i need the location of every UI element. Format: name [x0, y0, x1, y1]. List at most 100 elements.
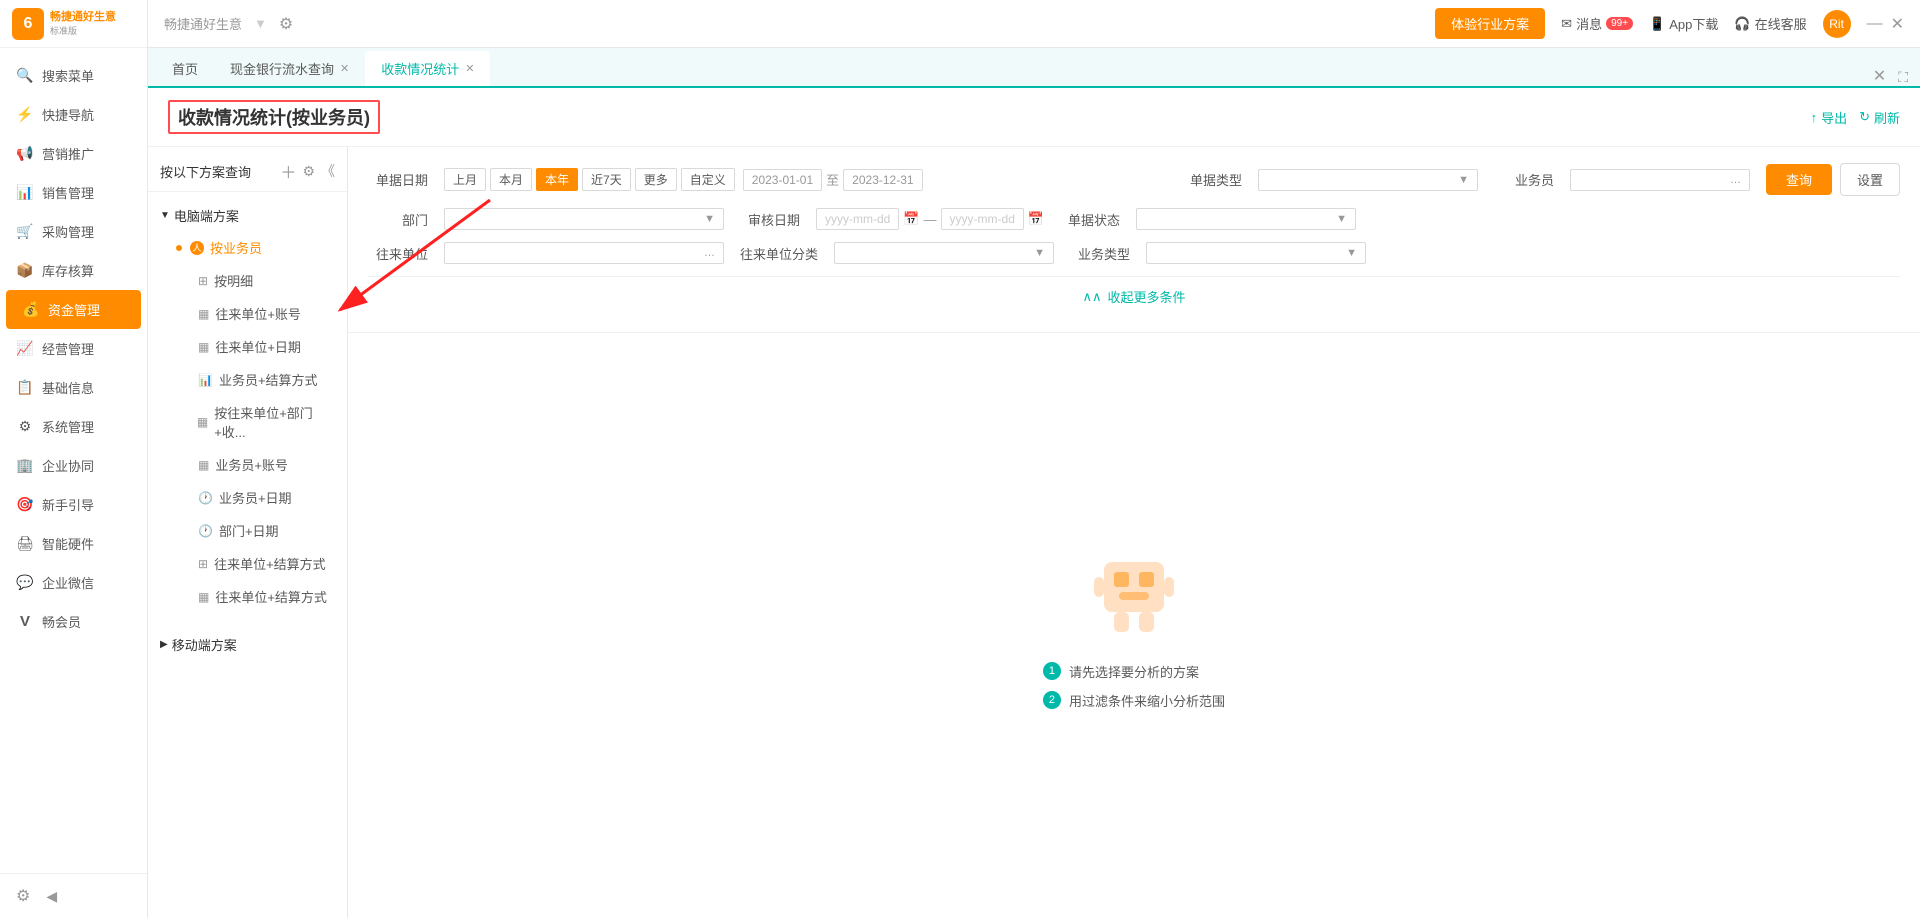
pc-section-header[interactable]: ▼ 电脑端方案 — [148, 200, 347, 231]
doc-status-arrow: ▼ — [1336, 213, 1347, 225]
add-plan-icon[interactable]: ＋ — [280, 159, 296, 183]
tip-text-1: 请先选择要分析的方案 — [1069, 662, 1199, 681]
minimize-icon[interactable]: — — [1867, 15, 1883, 33]
dept-select[interactable]: ▼ — [444, 208, 724, 230]
tab-bank-flow[interactable]: 现金银行流水查询 ✕ — [214, 51, 365, 86]
partner-class-select[interactable]: ▼ — [834, 242, 1054, 264]
sidebar-item-search[interactable]: 🔍 搜索菜单 — [0, 56, 147, 95]
tab-collection-stats[interactable]: 收款情况统计 ✕ — [365, 51, 490, 86]
window-controls: — ✕ — [1867, 14, 1904, 34]
plan-item-salesman-account[interactable]: ▦ 业务员+账号 — [148, 448, 347, 481]
sidebar-item-member[interactable]: V 畅会员 — [0, 602, 147, 641]
date-btn-more[interactable]: 更多 — [635, 168, 677, 191]
plan-item-dept-date[interactable]: 🕐 部门+日期 — [148, 514, 347, 547]
settings-plan-icon[interactable]: ⚙ — [302, 163, 315, 180]
doc-type-select[interactable]: ▼ — [1258, 169, 1478, 191]
query-btn[interactable]: 查询 — [1766, 164, 1832, 195]
grid2-icon: ⊞ — [198, 557, 208, 571]
salesman-label: 业务员 — [1494, 170, 1554, 189]
sidebar-item-finance[interactable]: 💰 资金管理 — [6, 290, 141, 329]
sidebar-item-enterprise[interactable]: 🏢 企业协同 — [0, 446, 147, 485]
sidebar-item-inventory[interactable]: 📦 库存核算 — [0, 251, 147, 290]
collapse-bar[interactable]: ∧∧ 收起更多条件 — [368, 276, 1900, 316]
salesman-select[interactable]: … — [1570, 169, 1750, 191]
date-btn-last-month[interactable]: 上月 — [444, 168, 486, 191]
marketing-icon: 📢 — [16, 145, 34, 163]
plan-item-detail-label: 按明细 — [214, 271, 253, 290]
plan-item-by-detail[interactable]: ⊞ 按明细 — [148, 264, 347, 297]
partner-select[interactable]: … — [444, 242, 724, 264]
tab-home[interactable]: 首页 — [156, 51, 214, 86]
export-icon: ↑ — [1811, 110, 1818, 125]
plan-item-partner-account[interactable]: ▦ 往来单位+账号 — [148, 297, 347, 330]
mobile-section: ▶ 移动端方案 — [148, 621, 347, 668]
tip-num-1: 1 — [1043, 662, 1061, 680]
review-date-to[interactable]: yyyy-mm-dd — [941, 208, 1024, 230]
topbar-gear[interactable]: ⚙ — [279, 14, 293, 34]
sidebar-item-purchase-label: 采购管理 — [42, 222, 94, 241]
tab-bank-flow-close[interactable]: ✕ — [340, 62, 349, 75]
date-to[interactable]: 2023-12-31 — [843, 169, 922, 191]
collapse-panel-icon[interactable]: 《 — [321, 161, 335, 181]
sidebar-item-baseinfo[interactable]: 📋 基础信息 — [0, 368, 147, 407]
sidebar-item-wechat[interactable]: 💬 企业微信 — [0, 563, 147, 602]
biz-type-select[interactable]: ▼ — [1146, 242, 1366, 264]
date-btn-this-year[interactable]: 本年 — [536, 168, 578, 191]
sidebar-item-quicknav[interactable]: ⚡ 快捷导航 — [0, 95, 147, 134]
message-btn[interactable]: ✉ 消息 99+ — [1561, 14, 1633, 33]
sidebar-item-smarthw[interactable]: 🖨 智能硬件 — [0, 524, 147, 563]
plan-item-by-salesman[interactable]: 人 按业务员 — [148, 231, 347, 264]
sidebar-item-guide[interactable]: 🎯 新手引导 — [0, 485, 147, 524]
smarthw-icon: 🖨 — [16, 535, 34, 553]
settings-icon[interactable]: ⚙ — [16, 886, 30, 906]
tab-collection-stats-close[interactable]: ✕ — [465, 62, 474, 75]
plan-item-partner-settlement2[interactable]: ▦ 往来单位+结算方式 — [148, 580, 347, 613]
sidebar-item-purchase[interactable]: 🛒 采购管理 — [0, 212, 147, 251]
tab-collection-stats-label: 收款情况统计 — [381, 59, 459, 78]
maximize-tab[interactable]: ⛶ — [1894, 69, 1912, 86]
set-btn[interactable]: 设置 — [1840, 163, 1900, 196]
sidebar-item-operation-label: 经营管理 — [42, 339, 94, 358]
sidebar-item-marketing[interactable]: 📢 营销推广 — [0, 134, 147, 173]
export-btn[interactable]: ↑ 导出 — [1811, 108, 1848, 127]
sidebar-item-finance-label: 资金管理 — [48, 300, 100, 319]
refresh-btn[interactable]: ↻ 刷新 — [1859, 108, 1900, 127]
wechat-icon: 💬 — [16, 574, 34, 592]
doc-status-select[interactable]: ▼ — [1136, 208, 1356, 230]
calendar-from-icon[interactable]: 📅 — [903, 211, 919, 227]
filter-row-3: 往来单位 … 往来单位分类 ▼ 业务类型 ▼ — [368, 242, 1900, 264]
sidebar-item-system[interactable]: ⚙ 系统管理 — [0, 407, 147, 446]
topbar-right: 体验行业方案 ✉ 消息 99+ 📱 App下载 🎧 在线客服 Rit — ✕ — [1435, 8, 1904, 39]
user-avatar[interactable]: Rit — [1823, 10, 1851, 38]
online-service-btn[interactable]: 🎧 在线客服 — [1734, 14, 1806, 33]
date-btn-custom[interactable]: 自定义 — [681, 168, 735, 191]
biz-type-label: 业务类型 — [1070, 244, 1130, 263]
plan-item-partner-settlement1[interactable]: ⊞ 往来单位+结算方式 — [148, 547, 347, 580]
review-date-from[interactable]: yyyy-mm-dd — [816, 208, 899, 230]
date-btn-this-month[interactable]: 本月 — [490, 168, 532, 191]
message-label: 消息 — [1576, 14, 1602, 33]
sidebar-item-sales[interactable]: 📊 销售管理 — [0, 173, 147, 212]
clock-icon: 🕐 — [198, 491, 213, 505]
close-all-tabs[interactable]: ✕ — [1865, 66, 1894, 86]
plan-item-salesman-date[interactable]: 🕐 业务员+日期 — [148, 481, 347, 514]
trial-btn[interactable]: 体验行业方案 — [1435, 8, 1545, 39]
sidebar-nav: 🔍 搜索菜单 ⚡ 快捷导航 📢 营销推广 📊 销售管理 🛒 采购管理 📦 库存核… — [0, 48, 147, 873]
date-from[interactable]: 2023-01-01 — [743, 169, 822, 191]
sidebar-item-operation[interactable]: 📈 经营管理 — [0, 329, 147, 368]
tip-item-1: 1 请先选择要分析的方案 — [1043, 662, 1225, 681]
date-btn-7days[interactable]: 近7天 — [582, 168, 631, 191]
logo-area: 6 畅捷通好生意 标准版 — [0, 0, 147, 48]
baseinfo-icon: 📋 — [16, 379, 34, 397]
sidebar-item-marketing-label: 营销推广 — [42, 144, 94, 163]
sidebar-bottom: ⚙ ◀ — [0, 873, 147, 918]
collapse-sidebar-icon[interactable]: ◀ — [46, 888, 57, 905]
calendar-to-icon[interactable]: 📅 — [1028, 211, 1044, 227]
doc-status-label: 单据状态 — [1060, 210, 1120, 229]
plan-item-salesman-settlement[interactable]: 📊 业务员+结算方式 — [148, 363, 347, 396]
app-download-btn[interactable]: 📱 App下载 — [1649, 14, 1718, 33]
close-icon[interactable]: ✕ — [1891, 14, 1904, 34]
plan-item-partner-date[interactable]: ▦ 往来单位+日期 — [148, 330, 347, 363]
mobile-section-header[interactable]: ▶ 移动端方案 — [148, 629, 347, 660]
plan-item-partner-dept[interactable]: ▦ 按往来单位+部门+收... — [148, 396, 347, 448]
